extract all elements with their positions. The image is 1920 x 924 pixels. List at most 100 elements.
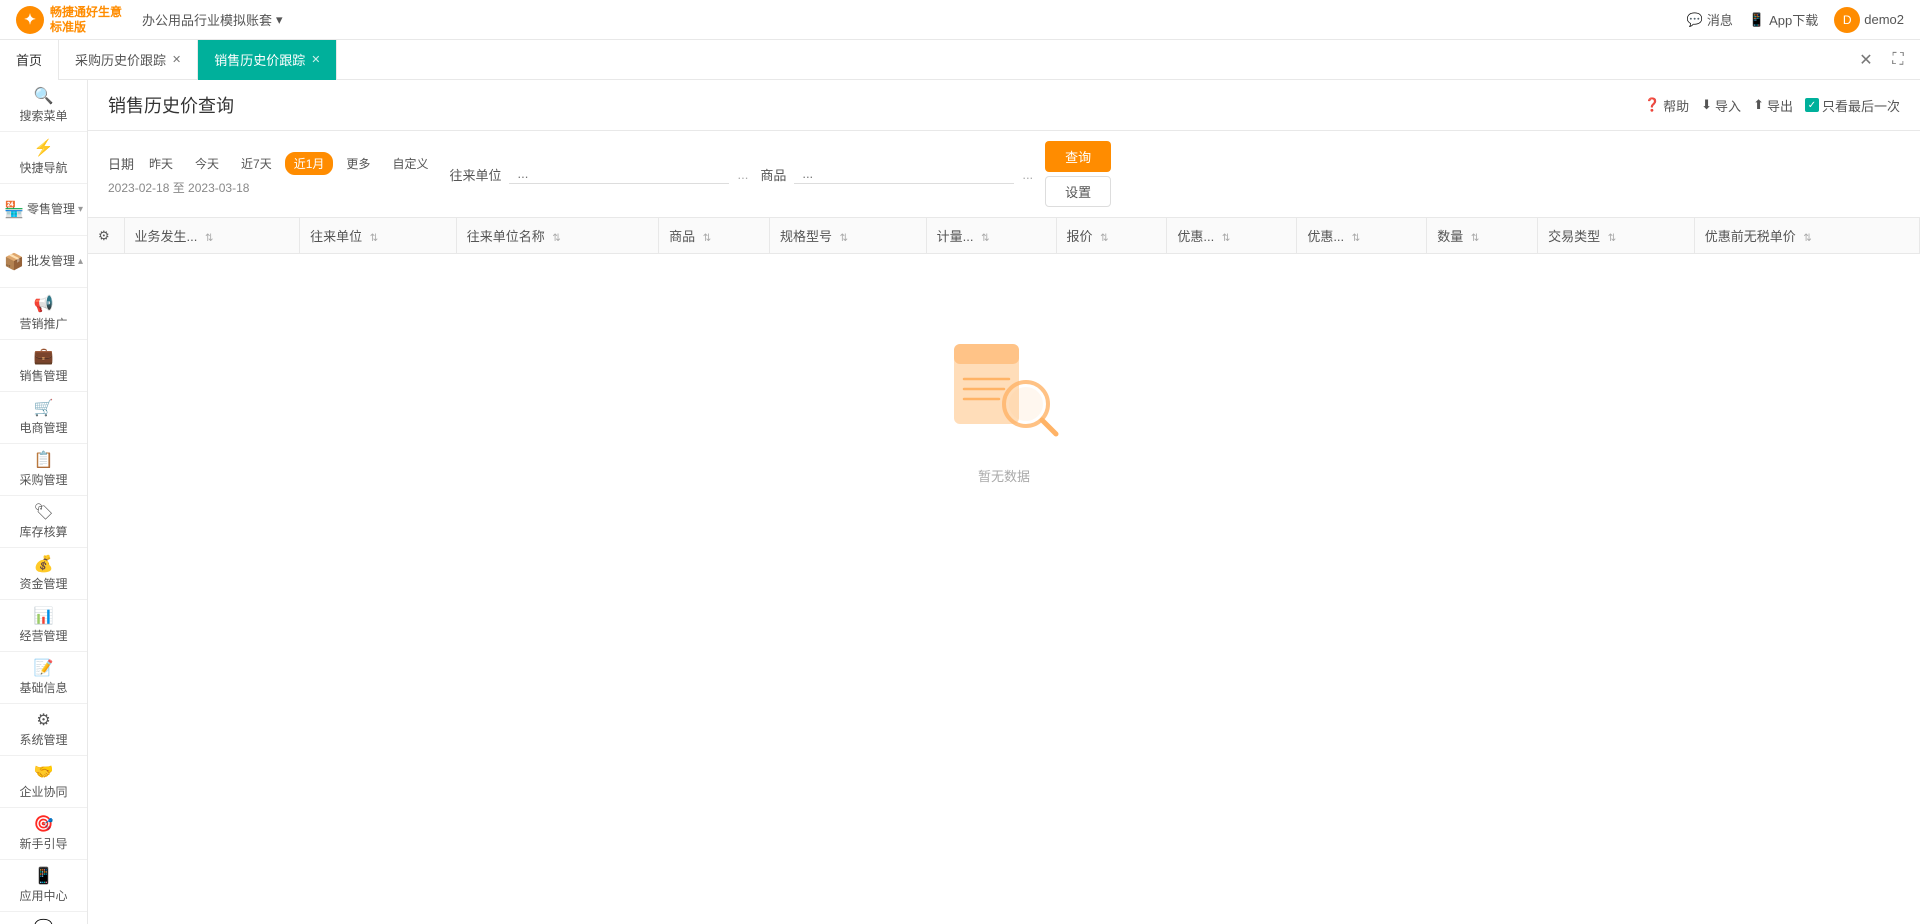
goods-input[interactable] <box>794 164 1014 184</box>
quick-nav-icon: ⚡ <box>34 138 54 158</box>
date-btn-more[interactable]: 更多 <box>337 152 379 175</box>
th-partner-name[interactable]: 往来单位名称 ⇅ <box>456 218 658 254</box>
empty-state: 暂无数据 <box>88 254 1920 565</box>
sort-arrows-unit: ⇅ <box>981 233 989 244</box>
message-btn[interactable]: 💬 消息 <box>1687 10 1733 29</box>
sort-arrows-partner-name: ⇅ <box>552 233 560 244</box>
partner-input[interactable] <box>509 164 729 184</box>
th-trade-type[interactable]: 交易类型 ⇅ <box>1538 218 1695 254</box>
help-btn[interactable]: ❓ 帮助 <box>1644 96 1689 115</box>
wholesale-icon: 📦 <box>4 252 24 272</box>
partner-filter: 往来单位 ... <box>449 164 748 184</box>
data-table: ⚙ 业务发生... ⇅ 往来单位 ⇅ 往来单位名称 ⇅ <box>88 218 1920 254</box>
sidebar-item-retail-mgmt[interactable]: 🏪 零售管理 ▾ <box>0 184 87 236</box>
tab-sales-history-label: 销售历史价跟踪 <box>214 50 305 69</box>
sidebar-item-operations-mgmt[interactable]: 📊 经营管理 <box>0 600 87 652</box>
user-menu[interactable]: D demo2 <box>1834 7 1904 33</box>
sidebar-item-wholesale-mgmt[interactable]: 📦 批发管理 ▴ <box>0 236 87 288</box>
sidebar-item-guide-label: 新手引导 <box>19 837 67 853</box>
th-goods[interactable]: 商品 ⇅ <box>659 218 770 254</box>
tab-home[interactable]: 首页 <box>0 40 59 80</box>
th-pretax-price[interactable]: 优惠前无税单价 ⇅ <box>1694 218 1919 254</box>
export-btn[interactable]: ⬆ 导出 <box>1753 96 1793 115</box>
date-filter-label: 日期 <box>108 154 134 173</box>
content-area: 销售历史价查询 ❓ 帮助 ⬇ 导入 ⬆ 导出 ✓ <box>88 80 1920 924</box>
import-btn[interactable]: ⬇ 导入 <box>1701 96 1741 115</box>
sidebar-item-app-center[interactable]: 📱 应用中心 <box>0 860 87 912</box>
page-actions: ❓ 帮助 ⬇ 导入 ⬆ 导出 ✓ 只看最后一次 <box>1644 96 1900 115</box>
goods-filter: 商品 ... <box>760 164 1033 184</box>
th-discount2[interactable]: 优惠... ⇅ <box>1297 218 1427 254</box>
sidebar-item-inventory-label: 库存核算 <box>19 525 67 541</box>
date-btn-group: 昨天 今天 近7天 近1月 更多 自定义 <box>140 152 437 175</box>
sort-arrows-quantity: ⇅ <box>1471 233 1479 244</box>
sidebar-item-inventory[interactable]: 🏷 库存核算 <box>0 496 87 548</box>
page-title: 销售历史价查询 <box>108 92 234 118</box>
sidebar-item-system-label: 系统管理 <box>19 733 67 749</box>
tab-sales-history-close[interactable]: ✕ <box>311 53 320 66</box>
maximize-btn[interactable]: ⛶ <box>1884 46 1912 74</box>
app-selector[interactable]: 办公用品行业模拟账套 ▾ <box>142 10 283 29</box>
marketing-icon: 📢 <box>34 294 54 314</box>
th-discount1[interactable]: 优惠... ⇅ <box>1167 218 1297 254</box>
page-title-row: 销售历史价查询 ❓ 帮助 ⬇ 导入 ⬆ 导出 ✓ <box>108 92 1900 118</box>
message-icon: 💬 <box>1687 12 1703 28</box>
finance-icon: 💰 <box>34 554 54 574</box>
sidebar-item-new-guide[interactable]: 🎯 新手引导 <box>0 808 87 860</box>
sidebar-item-ecommerce-mgmt[interactable]: 🛒 电商管理 <box>0 392 87 444</box>
sort-arrows-quoted-price: ⇅ <box>1100 233 1108 244</box>
th-unit[interactable]: 计量... ⇅ <box>926 218 1056 254</box>
sidebar-item-marketing-promo[interactable]: 📢 营销推广 <box>0 288 87 340</box>
sort-arrows-discount2: ⇅ <box>1352 233 1360 244</box>
logo-text: 畅捷通好生意 标准版 <box>50 5 122 34</box>
sidebar-item-purchase-mgmt[interactable]: 📋 采购管理 <box>0 444 87 496</box>
chevron-down-icon: ▾ <box>78 204 83 215</box>
sort-arrows-goods: ⇅ <box>703 233 711 244</box>
date-btn-yesterday[interactable]: 昨天 <box>140 152 182 175</box>
date-btn-custom[interactable]: 自定义 <box>383 152 437 175</box>
date-btn-today[interactable]: 今天 <box>186 152 228 175</box>
app-selector-label: 办公用品行业模拟账套 <box>142 10 272 29</box>
sidebar-item-search-menu[interactable]: 🔍 搜索菜单 <box>0 80 87 132</box>
checkbox-checked-icon: ✓ <box>1805 98 1819 112</box>
sidebar-item-enterprise-collab[interactable]: 🤝 企业协同 <box>0 756 87 808</box>
th-quoted-price[interactable]: 报价 ⇅ <box>1056 218 1167 254</box>
tab-purchase-history[interactable]: 采购历史价跟踪 ✕ <box>59 40 198 80</box>
main-layout: 🔍 搜索菜单 ⚡ 快捷导航 🏪 零售管理 ▾ 📦 批发管理 ▴ 📢 营销推广 💼… <box>0 80 1920 924</box>
th-quantity[interactable]: 数量 ⇅ <box>1427 218 1538 254</box>
only-last-checkbox[interactable]: ✓ 只看最后一次 <box>1805 96 1900 115</box>
app-download-btn[interactable]: 📱 App下载 <box>1749 10 1818 29</box>
settings-button[interactable]: 设置 <box>1045 176 1111 207</box>
sidebar-item-wholesale-label: 批发管理 <box>27 254 75 270</box>
date-btn-1month[interactable]: 近1月 <box>285 152 334 175</box>
sales-icon: 💼 <box>34 346 54 366</box>
th-biz-date[interactable]: 业务发生... ⇅ <box>124 218 300 254</box>
page-header: 销售历史价查询 ❓ 帮助 ⬇ 导入 ⬆ 导出 ✓ <box>88 80 1920 131</box>
date-btn-7days[interactable]: 近7天 <box>232 152 281 175</box>
search-button[interactable]: 查询 <box>1045 141 1111 172</box>
sidebar-item-sales-mgmt[interactable]: 💼 销售管理 <box>0 340 87 392</box>
sidebar-item-basic-info[interactable]: 📝 基础信息 <box>0 652 87 704</box>
header-row: ⚙ 业务发生... ⇅ 往来单位 ⇅ 往来单位名称 ⇅ <box>88 218 1920 254</box>
settings-icon[interactable]: ⚙ <box>98 228 110 243</box>
tab-purchase-history-close[interactable]: ✕ <box>172 53 181 66</box>
wechat-icon: 💬 <box>34 918 54 924</box>
sidebar-item-operations-label: 经营管理 <box>19 629 67 645</box>
tab-sales-history[interactable]: 销售历史价跟踪 ✕ <box>198 40 337 80</box>
filter-buttons: 查询 设置 <box>1045 141 1111 207</box>
partner-label: 往来单位 <box>449 165 501 184</box>
th-spec[interactable]: 规格型号 ⇅ <box>769 218 926 254</box>
top-bar-right: 💬 消息 📱 App下载 D demo2 <box>1687 7 1904 33</box>
inventory-icon: 🏷 <box>33 502 53 522</box>
sidebar-item-finance-mgmt[interactable]: 💰 资金管理 <box>0 548 87 600</box>
purchase-icon: 📋 <box>34 450 54 470</box>
sidebar-item-enterprise-wechat[interactable]: 💬 企业微信 <box>0 912 87 924</box>
th-partner-code[interactable]: 往来单位 ⇅ <box>300 218 457 254</box>
empty-svg-illustration <box>944 334 1064 454</box>
empty-illustration <box>944 334 1064 454</box>
sidebar-item-quick-nav-label: 快捷导航 <box>19 161 67 177</box>
sidebar-item-system-mgmt[interactable]: ⚙ 系统管理 <box>0 704 87 756</box>
sidebar-item-quick-nav[interactable]: ⚡ 快捷导航 <box>0 132 87 184</box>
sidebar-item-app-center-label: 应用中心 <box>19 889 67 905</box>
close-tab-btn[interactable]: ✕ <box>1852 46 1880 74</box>
